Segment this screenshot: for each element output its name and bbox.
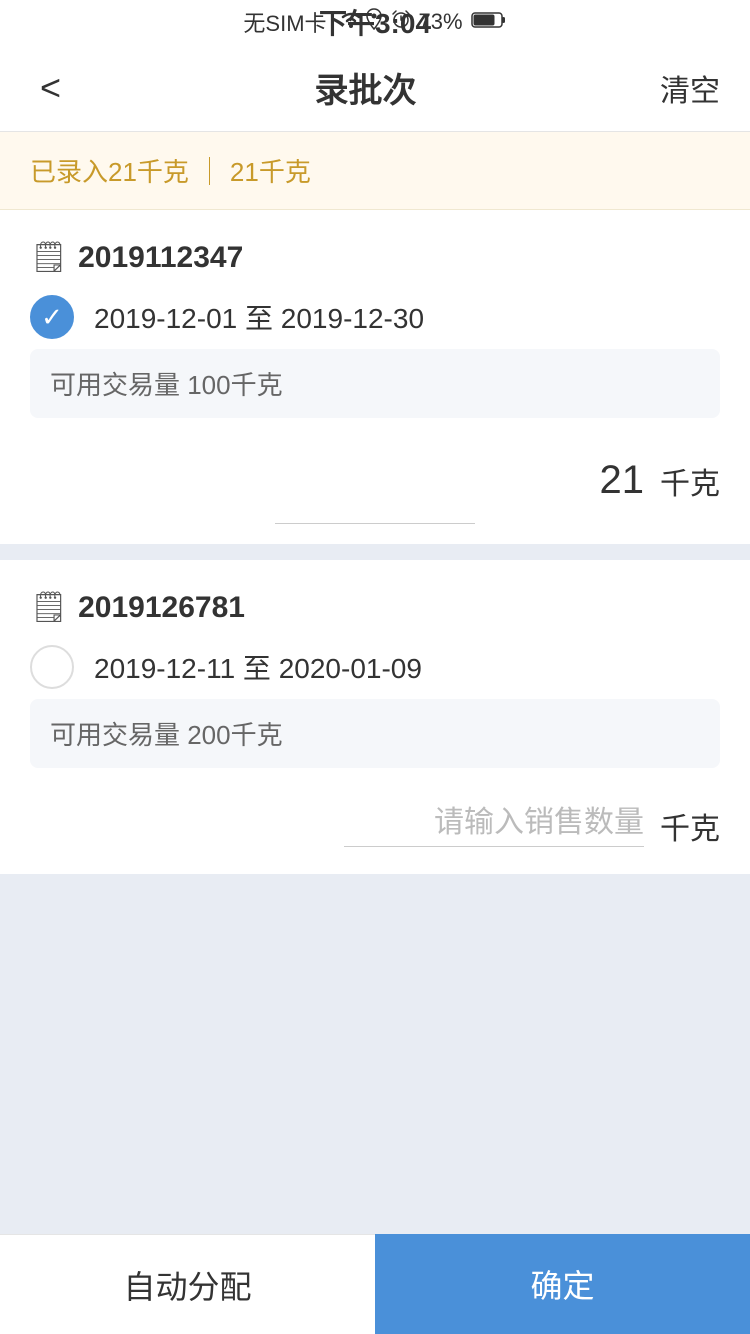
bottom-bar: 自动分配 确定 [0,1234,750,1334]
battery-icon [471,9,507,35]
section-separator [0,544,750,560]
batch-2-checkbox[interactable] [30,645,74,689]
batch-1-row[interactable]: 2019-12-01 至 2019-12-30 [0,285,750,349]
batch-2-header: 🗒 2019126781 [0,560,750,635]
summary-value: 21千克 [230,152,311,189]
empty-area [0,874,750,1274]
summary-bar: 已录入21千克 21千克 [0,132,750,210]
batch-1-header: 🗒 2019112347 [0,210,750,285]
recorded-label: 已录入21千克 [30,152,189,189]
status-bar-time: 下午3:04 [319,2,431,42]
batch-1-availability: 可用交易量 100千克 [30,349,720,418]
batch-1-quantity-unit: 千克 [660,459,720,503]
batch-2-unit: 千克 [660,804,720,848]
batch-2-row[interactable]: 2019-12-11 至 2020-01-09 [0,635,750,699]
batch-1-id: 2019112347 [78,241,243,275]
batch-1-quantity-row: 21 千克 [0,438,750,523]
batch-1-checkbox[interactable] [30,295,74,339]
page-title: 录批次 [315,63,417,112]
batch-2-quantity-input[interactable] [344,806,644,847]
batch-item-2: 🗒 2019126781 2019-12-11 至 2020-01-09 可用交… [0,560,750,874]
batch-1-date: 2019-12-01 至 2019-12-30 [94,297,424,337]
batch-2-id: 2019126781 [78,591,245,625]
nav-bar: < 录批次 清空 [0,44,750,132]
batch-1-icon: 🗒 [30,240,68,275]
batch-1-quantity-value: 21 [600,458,645,503]
batch-2-quantity-row: 千克 [0,788,750,864]
auto-distribute-button[interactable]: 自动分配 [0,1234,375,1334]
back-button[interactable]: < [30,57,71,119]
batch-2-date: 2019-12-11 至 2020-01-09 [94,647,422,687]
batch-2-availability: 可用交易量 200千克 [30,699,720,768]
clear-button[interactable]: 清空 [660,66,720,110]
batch-item-1: 🗒 2019112347 2019-12-01 至 2019-12-30 可用交… [0,210,750,544]
confirm-button[interactable]: 确定 [375,1234,750,1334]
status-bar: 无SIM卡 下午3:04 73% [0,0,750,44]
batch-2-icon: 🗒 [30,590,68,625]
sim-text: 无SIM卡 [243,6,326,38]
summary-divider [209,157,210,185]
